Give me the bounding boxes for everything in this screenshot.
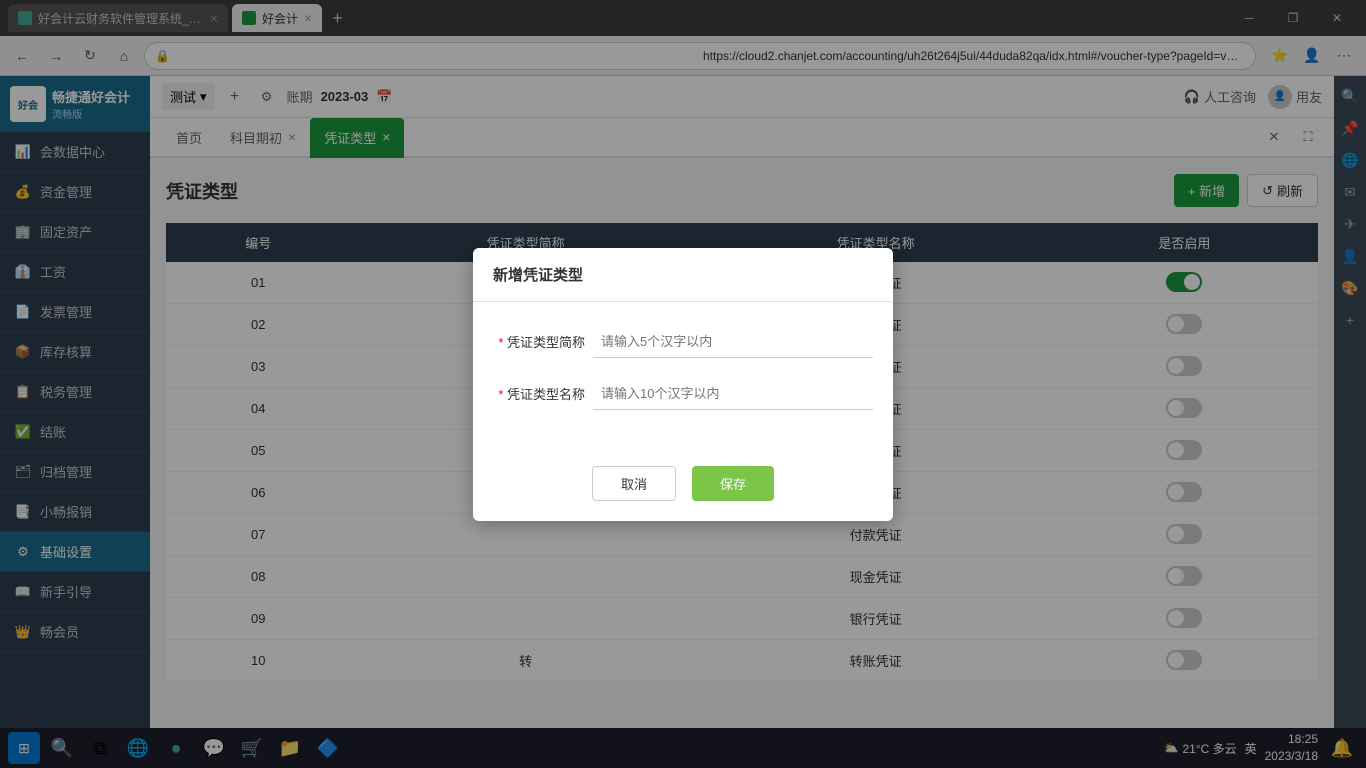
modal-overlay: 新增凭证类型 凭证类型简称 凭证类型名称 取消 保存 [0, 0, 1366, 768]
modal-footer: 取消 保存 [473, 454, 893, 521]
abbr-form-row: 凭证类型简称 [493, 326, 873, 358]
abbr-input[interactable] [593, 326, 873, 358]
cancel-button[interactable]: 取消 [592, 466, 676, 501]
modal-body: 凭证类型简称 凭证类型名称 [473, 302, 893, 454]
name-input[interactable] [593, 378, 873, 410]
save-button[interactable]: 保存 [692, 466, 774, 501]
modal-title: 新增凭证类型 [493, 267, 583, 284]
abbr-label: 凭证类型简称 [493, 332, 593, 351]
name-form-row: 凭证类型名称 [493, 378, 873, 410]
modal-header: 新增凭证类型 [473, 248, 893, 302]
name-label: 凭证类型名称 [493, 384, 593, 403]
add-voucher-type-modal: 新增凭证类型 凭证类型简称 凭证类型名称 取消 保存 [473, 248, 893, 521]
